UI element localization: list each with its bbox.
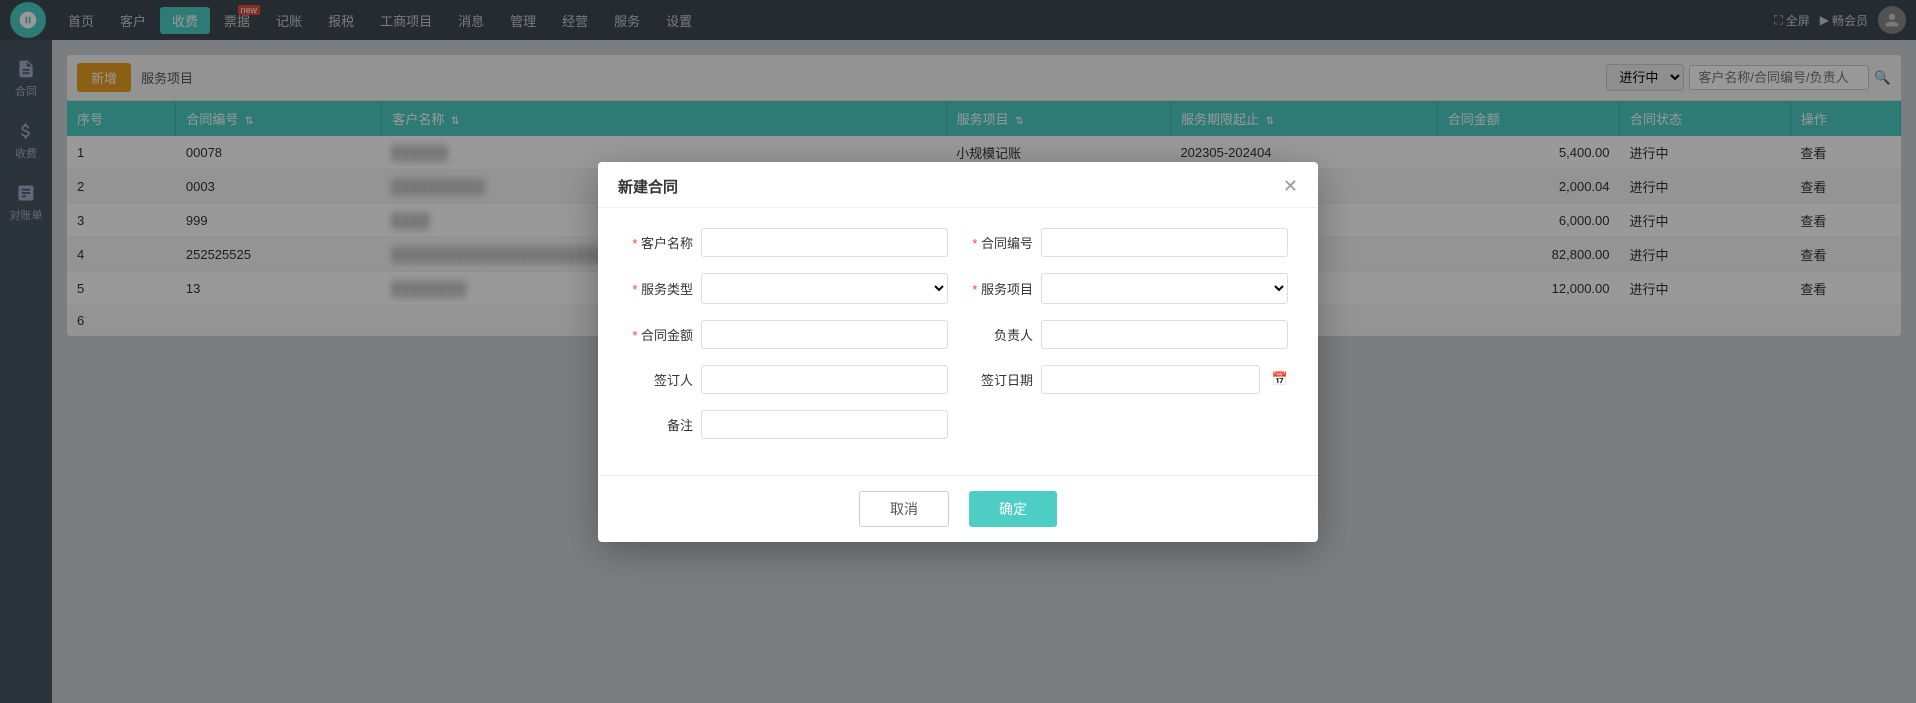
form-group-amount: 合同金额 0.00 — [628, 320, 948, 349]
service-item-select[interactable] — [1041, 273, 1288, 304]
sign-date-input[interactable]: 2023-06-06 — [1041, 365, 1260, 394]
calendar-icon[interactable]: 📅 — [1272, 371, 1288, 387]
form-group-service-type: 服务类型 — [628, 273, 948, 304]
modal-close-button[interactable]: ✕ — [1283, 177, 1298, 195]
form-row-2: 服务类型 服务项目 — [628, 273, 1288, 304]
service-type-select[interactable] — [701, 273, 948, 304]
responsible-input[interactable] — [1041, 320, 1288, 349]
form-group-signer: 签订人 — [628, 365, 948, 394]
contract-no-label: 合同编号 — [968, 233, 1033, 252]
form-row-3: 合同金额 0.00 负责人 — [628, 320, 1288, 349]
form-group-service-item: 服务项目 — [968, 273, 1288, 304]
amount-label: 合同金额 — [628, 325, 693, 344]
form-group-responsible: 负责人 — [968, 320, 1288, 349]
service-type-label: 服务类型 — [628, 279, 693, 298]
remark-input[interactable] — [701, 410, 948, 439]
modal-body: 客户名称 合同编号 服务类型 服务项目 — [598, 208, 1318, 475]
client-name-input[interactable] — [701, 228, 948, 257]
signer-input[interactable] — [701, 365, 948, 394]
form-row-1: 客户名称 合同编号 — [628, 228, 1288, 257]
cancel-button[interactable]: 取消 — [859, 491, 949, 527]
modal-header: 新建合同 ✕ — [598, 162, 1318, 208]
form-group-sign-date: 签订日期 2023-06-06 📅 — [968, 365, 1288, 394]
form-group-contract-no: 合同编号 — [968, 228, 1288, 257]
contract-no-input[interactable] — [1041, 228, 1288, 257]
remark-label: 备注 — [628, 415, 693, 434]
confirm-button[interactable]: 确定 — [969, 491, 1057, 527]
client-name-label: 客户名称 — [628, 233, 693, 252]
form-group-remark: 备注 — [628, 410, 948, 439]
responsible-label: 负责人 — [968, 325, 1033, 344]
form-row-5: 备注 — [628, 410, 1288, 439]
modal-footer: 取消 确定 — [598, 475, 1318, 542]
form-row-4: 签订人 签订日期 2023-06-06 📅 — [628, 365, 1288, 394]
service-item-label: 服务项目 — [968, 279, 1033, 298]
modal-overlay: 新建合同 ✕ 客户名称 合同编号 服务类型 — [0, 0, 1916, 703]
form-group-client: 客户名称 — [628, 228, 948, 257]
amount-input[interactable]: 0.00 — [701, 320, 948, 349]
new-contract-modal: 新建合同 ✕ 客户名称 合同编号 服务类型 — [598, 162, 1318, 542]
sign-date-label: 签订日期 — [968, 370, 1033, 389]
signer-label: 签订人 — [628, 370, 693, 389]
modal-title: 新建合同 — [618, 176, 678, 197]
